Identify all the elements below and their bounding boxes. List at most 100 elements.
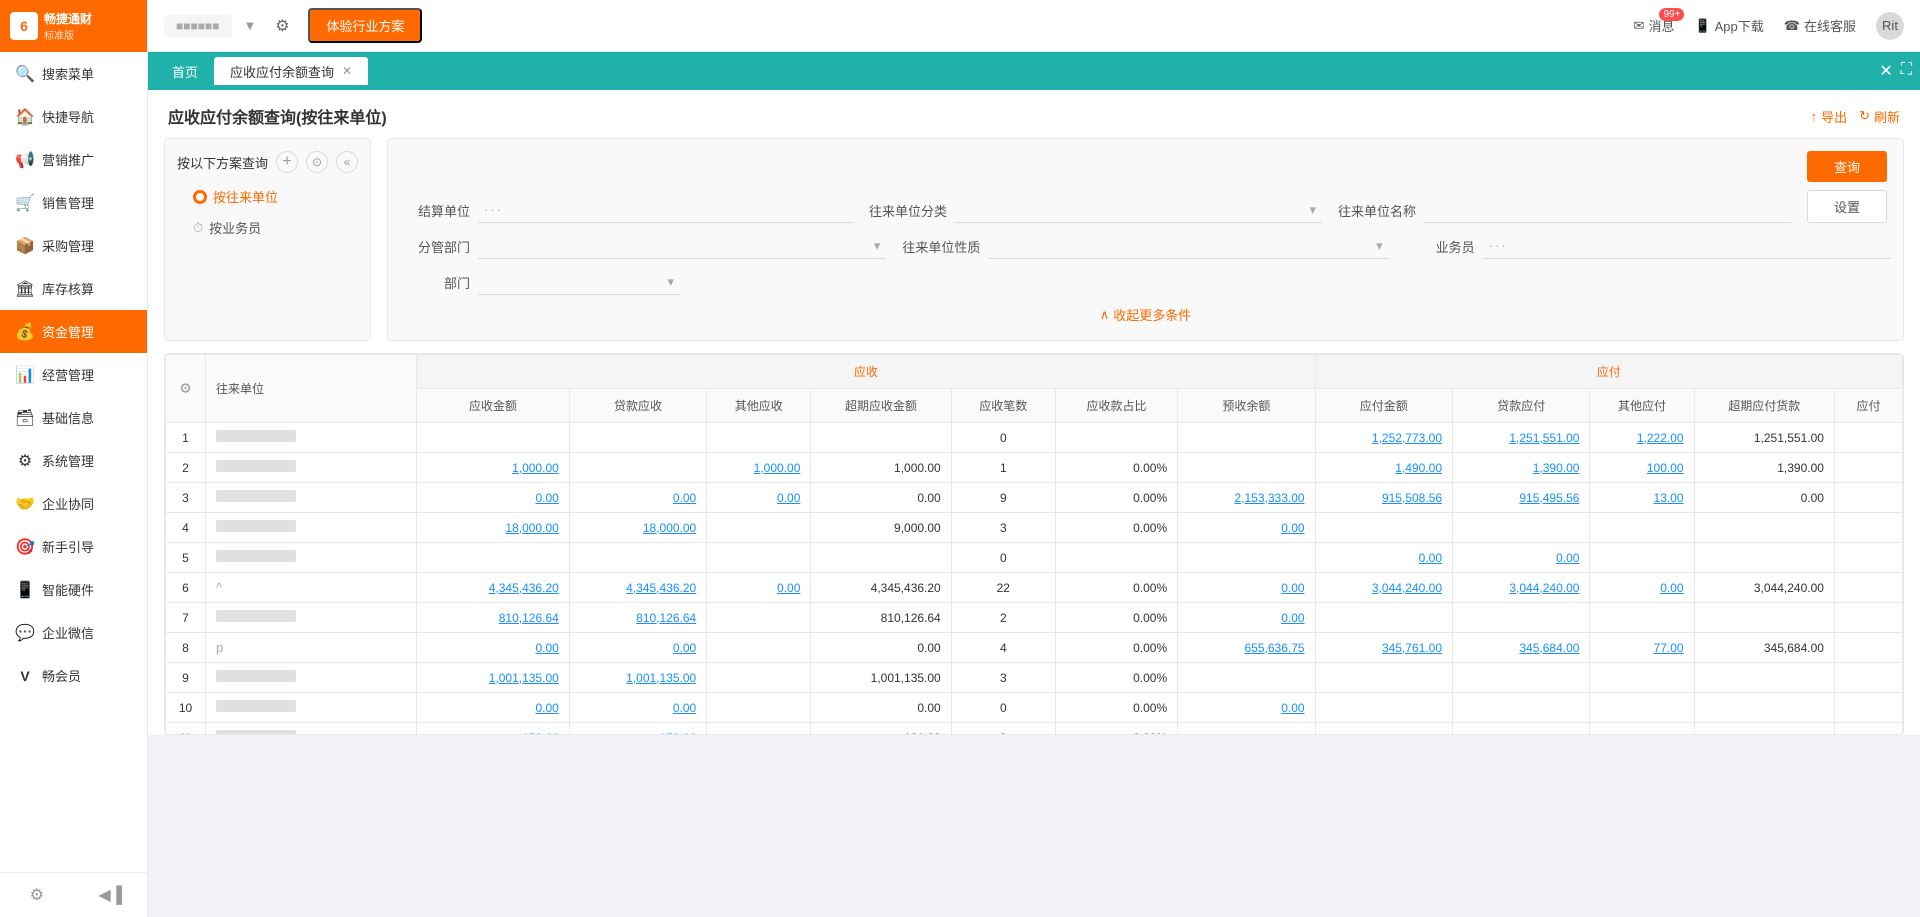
online-service-button[interactable]: ☎ 在线客服 [1784, 16, 1856, 35]
user-avatar[interactable]: Rit [1876, 12, 1904, 40]
filter-input-dept[interactable]: ▾ [478, 233, 886, 259]
th-ar-other: 其他应收 [707, 389, 811, 423]
filter-back-btn[interactable]: « [336, 151, 358, 173]
sidebar-item-label: 资金管理 [42, 322, 94, 341]
filter-field-dept: 分管部门 ▾ [400, 233, 886, 259]
topbar-gear-btn[interactable]: ⚙ [268, 12, 296, 40]
sidebar-bottom: ⚙ ◀▐ [0, 872, 147, 917]
table-row: 30.000.000.000.0090.00%2,153,333.00915,5… [166, 483, 1903, 513]
topbar-title-text: ■■■■■■ [176, 19, 220, 33]
sidebar-item-hardware[interactable]: 📱 智能硬件 [0, 568, 147, 611]
filter-field-settlement: 结算单位 ··· [400, 197, 853, 223]
th-group-ap: 应付 [1315, 355, 1902, 389]
sidebar-item-search[interactable]: 🔍 搜索菜单 [0, 52, 147, 95]
filter-input-unitname[interactable] [1424, 197, 1791, 223]
tab-close-window-icon[interactable]: ✕ [1879, 61, 1892, 81]
table-scroll[interactable]: ⚙ 往来单位 应收 应付 应收金额 贷款应收 其他应收 超期应收金额 [165, 354, 1903, 734]
sidebar-item-sales[interactable]: 🛒 销售管理 [0, 181, 147, 224]
wechat-icon: 💬 [16, 624, 34, 642]
filter-label-unitname: 往来单位名称 [1338, 201, 1416, 220]
tab-close-icon[interactable]: ✕ [342, 64, 352, 78]
query-button[interactable]: 查询 [1807, 151, 1887, 182]
sidebar-item-label: 企业微信 [42, 623, 94, 642]
filter-field-section-dept: 部门 ▾ [400, 269, 680, 295]
basic-icon: 🗃 [16, 409, 34, 427]
message-icon: ✉ [1634, 18, 1645, 34]
sidebar-item-marketing[interactable]: 📢 营销推广 [0, 138, 147, 181]
refresh-button[interactable]: ↻ 刷新 [1859, 107, 1900, 126]
sidebar-item-label: 快捷导航 [42, 107, 94, 126]
filter-input-section-dept[interactable]: ▾ [478, 269, 680, 295]
th-settings[interactable]: ⚙ [166, 355, 206, 423]
operation-icon: 📊 [16, 366, 34, 384]
filter-input-unittype[interactable]: ▾ [988, 233, 1388, 259]
sales-icon: 🛒 [16, 194, 34, 212]
table-settings-icon[interactable]: ⚙ [179, 380, 192, 396]
sidebar-item-wechat[interactable]: 💬 企业微信 [0, 611, 147, 654]
filter-scheme-by-unit[interactable]: 按往来单位 [185, 183, 358, 210]
sidebar-settings-btn[interactable]: ⚙ [0, 873, 74, 917]
table-row: 100.000.000.0000.00%0.00 [166, 693, 1903, 723]
sidebar-item-guide[interactable]: 🎯 新手引导 [0, 525, 147, 568]
topbar-breadcrumb: ■■■■■■ [164, 15, 232, 37]
vip-icon: V [16, 667, 34, 685]
filter-scheme-by-staff[interactable]: ⏱ 按业务员 [185, 214, 358, 241]
filter-label-settlement: 结算单位 [400, 201, 470, 220]
table-row: 7810,126.64810,126.64810,126.6420.00%0.0… [166, 603, 1903, 633]
tab-maximize-icon[interactable]: ⛶ [1901, 61, 1912, 81]
sidebar-collapse-btn[interactable]: ◀▐ [74, 873, 148, 917]
guide-icon: 🎯 [16, 538, 34, 556]
marketing-icon: 📢 [16, 151, 34, 169]
filter-field-unitname: 往来单位名称 [1338, 197, 1791, 223]
scheme-by-staff-label: 按业务员 [209, 218, 261, 237]
export-button[interactable]: ↑ 导出 [1811, 107, 1848, 126]
filter-add-btn[interactable]: + [276, 151, 298, 173]
app-download-icon: 📱 [1694, 18, 1710, 34]
sidebar-item-label: 智能硬件 [42, 580, 94, 599]
th-ar-count: 应收笔数 [951, 389, 1055, 423]
app-download-button[interactable]: 📱 App下载 [1694, 16, 1763, 35]
sidebar-item-operation[interactable]: 📊 经营管理 [0, 353, 147, 396]
sidebar-item-system[interactable]: ⚙ 系统管理 [0, 439, 147, 482]
service-label: 在线客服 [1804, 16, 1856, 35]
setting-button[interactable]: 设置 [1807, 190, 1887, 223]
filter-input-settlement[interactable]: ··· [478, 197, 853, 223]
filter-collapse-btn[interactable]: ∧ 收起更多条件 [400, 301, 1891, 328]
app-logo: 6 畅捷通财 标准版 [0, 0, 147, 52]
table-row: 21,000.001,000.001,000.0010.00%1,490.001… [166, 453, 1903, 483]
logo-text: 畅捷通财 标准版 [44, 10, 92, 42]
filter-field-unittype: 往来单位性质 ▾ [902, 233, 1388, 259]
topbar-dropdown-btn[interactable]: ▼ [244, 18, 257, 33]
sidebar-item-inventory[interactable]: 🏛 库存核算 [0, 267, 147, 310]
chevron-down-icon-1: ▾ [1309, 202, 1316, 218]
sidebar-item-capital[interactable]: 💰 资金管理 [0, 310, 147, 353]
inventory-icon: 🏛 [16, 280, 34, 298]
message-badge: 99+ [1659, 8, 1684, 21]
message-button[interactable]: ✉ 消息 99+ [1634, 16, 1675, 35]
filter-input-salesperson[interactable]: ··· [1483, 233, 1891, 259]
promo-button[interactable]: 体验行业方案 [308, 8, 422, 43]
tab-home[interactable]: 首页 [156, 57, 214, 85]
filter-target-btn[interactable]: ⊙ [306, 151, 328, 173]
user-name: Rit [1882, 18, 1898, 33]
refresh-label: 刷新 [1874, 107, 1900, 126]
sidebar-item-label: 采购管理 [42, 236, 94, 255]
page-actions: ↑ 导出 ↻ 刷新 [1811, 107, 1900, 126]
filter-label-category: 往来单位分类 [869, 201, 947, 220]
filter-label-unittype: 往来单位性质 [902, 237, 980, 256]
purchase-icon: 📦 [16, 237, 34, 255]
sidebar-item-enterprise[interactable]: 🤝 企业协同 [0, 482, 147, 525]
sidebar-item-label: 新手引导 [42, 537, 94, 556]
th-group-ar: 应收 [417, 355, 1315, 389]
sidebar-item-vip[interactable]: V 畅会员 [0, 654, 147, 697]
sidebar-item-basic[interactable]: 🗃 基础信息 [0, 396, 147, 439]
sidebar-item-quicknav[interactable]: 🏠 快捷导航 [0, 95, 147, 138]
filter-input-category[interactable]: ▾ [955, 197, 1322, 223]
sidebar-item-purchase[interactable]: 📦 采购管理 [0, 224, 147, 267]
table-row: 8p0.000.000.0040.00%655,636.75345,761.00… [166, 633, 1903, 663]
tab-arbalance[interactable]: 应收应付余额查询 ✕ [214, 57, 368, 85]
filter-scheme-panel: 按以下方案查询 + ⊙ « 按往来单位 ⏱ [164, 138, 371, 341]
filter-row-1: 结算单位 ··· 往来单位分类 ▾ [400, 151, 1891, 223]
table-row: 500.000.00 [166, 543, 1903, 573]
scheme-dot-by-unit [193, 190, 207, 204]
